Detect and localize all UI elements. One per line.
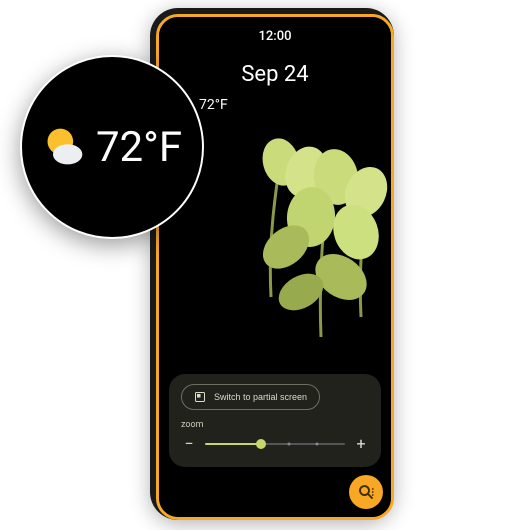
temp-small-text: 72°F: [199, 97, 228, 113]
magnifier-icon: [357, 483, 375, 501]
zoom-slider-thumb[interactable]: [256, 439, 266, 449]
switch-button-label: Switch to partial screen: [214, 392, 307, 402]
temp-big-text: 72°F: [96, 123, 182, 172]
zoom-in-button[interactable]: +: [353, 434, 369, 453]
magnification-panel: Switch to partial screen zoom − +: [169, 374, 381, 467]
status-bar: 12:00: [159, 29, 391, 44]
phone-frame: 12:00 Sep 24 72°F Switch to partial scre…: [150, 8, 394, 520]
magnifier-fab[interactable]: [349, 475, 383, 509]
zoom-label: zoom: [181, 420, 369, 430]
date-text: Sep 24: [241, 62, 308, 87]
zoom-control-row: − +: [181, 434, 369, 453]
date-display: Sep 24: [159, 62, 391, 87]
phone-screen: 12:00 Sep 24 72°F Switch to partial scre…: [156, 14, 394, 520]
partial-screen-icon: [194, 391, 206, 403]
status-clock: 12:00: [259, 29, 292, 44]
switch-partial-screen-button[interactable]: Switch to partial screen: [181, 384, 320, 410]
partly-cloudy-icon: [42, 125, 86, 169]
magnified-callout: 72°F: [20, 55, 204, 239]
slider-ticks: [205, 443, 345, 445]
flower-wallpaper-art: [211, 117, 391, 397]
zoom-slider[interactable]: [205, 443, 345, 445]
zoom-out-button[interactable]: −: [181, 434, 197, 453]
